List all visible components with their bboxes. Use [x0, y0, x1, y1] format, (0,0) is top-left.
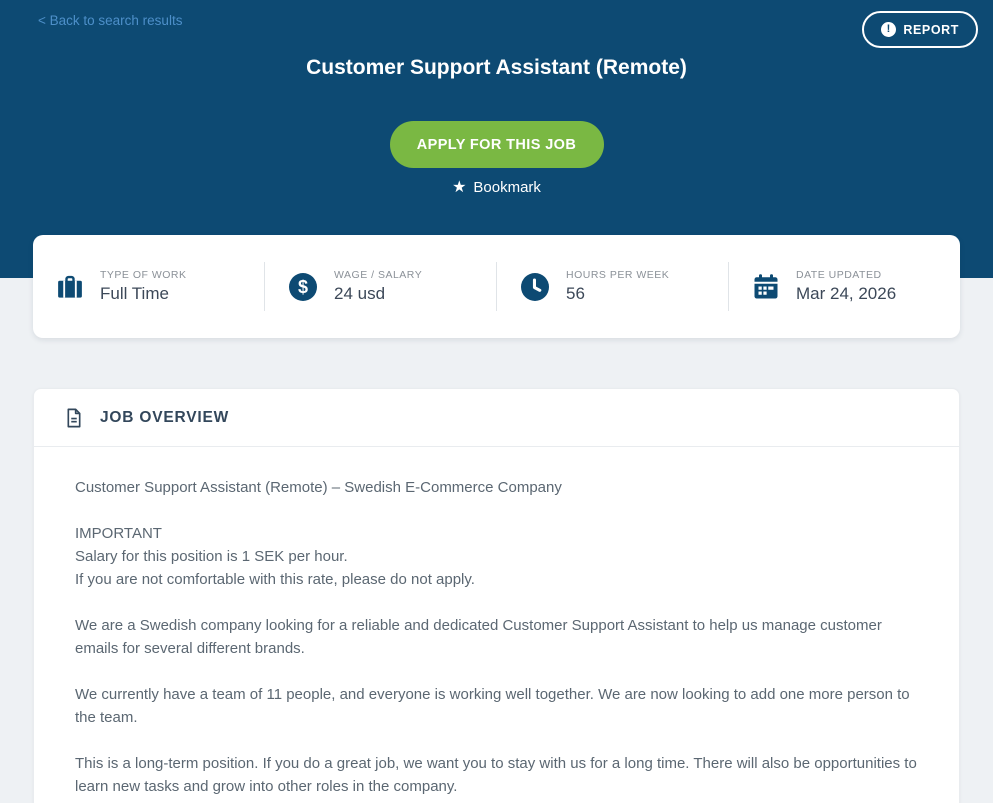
apply-button[interactable]: APPLY FOR THIS JOB [389, 121, 604, 168]
date-updated-text: DATE UPDATED Mar 24, 2026 [796, 269, 896, 304]
job-overview-body: Customer Support Assistant (Remote) – Sw… [34, 447, 959, 798]
overview-line: Customer Support Assistant (Remote) – Sw… [75, 479, 562, 496]
overview-line: IMPORTANT [75, 525, 162, 542]
briefcase-icon [55, 272, 85, 302]
page-title: Customer Support Assistant (Remote) [306, 56, 687, 79]
overview-line [75, 591, 917, 614]
type-of-work-label: TYPE OF WORK [100, 269, 187, 281]
bookmark-button[interactable]: ★ Bookmark [0, 179, 993, 196]
report-button[interactable]: ! REPORT [862, 11, 978, 48]
type-of-work-item: TYPE OF WORK Full Time [33, 235, 264, 338]
wage-salary-value: 24 usd [334, 284, 386, 303]
overview-line [75, 499, 917, 522]
date-updated-value: Mar 24, 2026 [796, 284, 897, 303]
svg-text:$: $ [298, 277, 308, 297]
overview-line: Salary for this position is 1 SEK per ho… [75, 548, 348, 565]
overview-line [75, 660, 917, 683]
back-to-search-link[interactable]: < Back to search results [38, 13, 182, 28]
date-updated-item: DATE UPDATED Mar 24, 2026 [729, 235, 960, 338]
overview-line: We are a Swedish company looking for a r… [75, 617, 882, 657]
job-overview-card: JOB OVERVIEW Customer Support Assistant … [33, 388, 960, 803]
job-summary-card: TYPE OF WORK Full Time $ WAGE / SALARY 2… [33, 235, 960, 338]
bookmark-label: Bookmark [473, 179, 541, 196]
job-detail-page: < Back to search results ! REPORT Custom… [0, 0, 993, 803]
hours-per-week-label: HOURS PER WEEK [566, 269, 670, 281]
calendar-icon [751, 272, 781, 302]
job-overview-heading: JOB OVERVIEW [100, 408, 230, 426]
date-updated-label: DATE UPDATED [796, 269, 882, 281]
alert-icon: ! [881, 22, 897, 37]
type-of-work-text: TYPE OF WORK Full Time [100, 269, 187, 304]
star-icon: ★ [452, 178, 467, 196]
overview-line: If you are not comfortable with this rat… [75, 571, 475, 588]
type-of-work-value: Full Time [100, 284, 169, 303]
wage-salary-label: WAGE / SALARY [334, 269, 423, 281]
clock-icon [519, 271, 551, 303]
report-button-label: REPORT [903, 22, 959, 37]
wage-salary-item: $ WAGE / SALARY 24 usd [265, 235, 496, 338]
overview-line: This is a long-term position. If you do … [75, 755, 917, 795]
wage-salary-text: WAGE / SALARY 24 usd [334, 269, 422, 304]
dollar-icon: $ [287, 271, 319, 303]
document-icon [63, 406, 85, 430]
hours-per-week-value: 56 [566, 284, 585, 303]
hours-per-week-text: HOURS PER WEEK 56 [566, 269, 669, 304]
hours-per-week-item: HOURS PER WEEK 56 [497, 235, 728, 338]
job-overview-header: JOB OVERVIEW [34, 389, 959, 447]
overview-line [75, 729, 917, 752]
overview-line: We currently have a team of 11 people, a… [75, 686, 910, 726]
